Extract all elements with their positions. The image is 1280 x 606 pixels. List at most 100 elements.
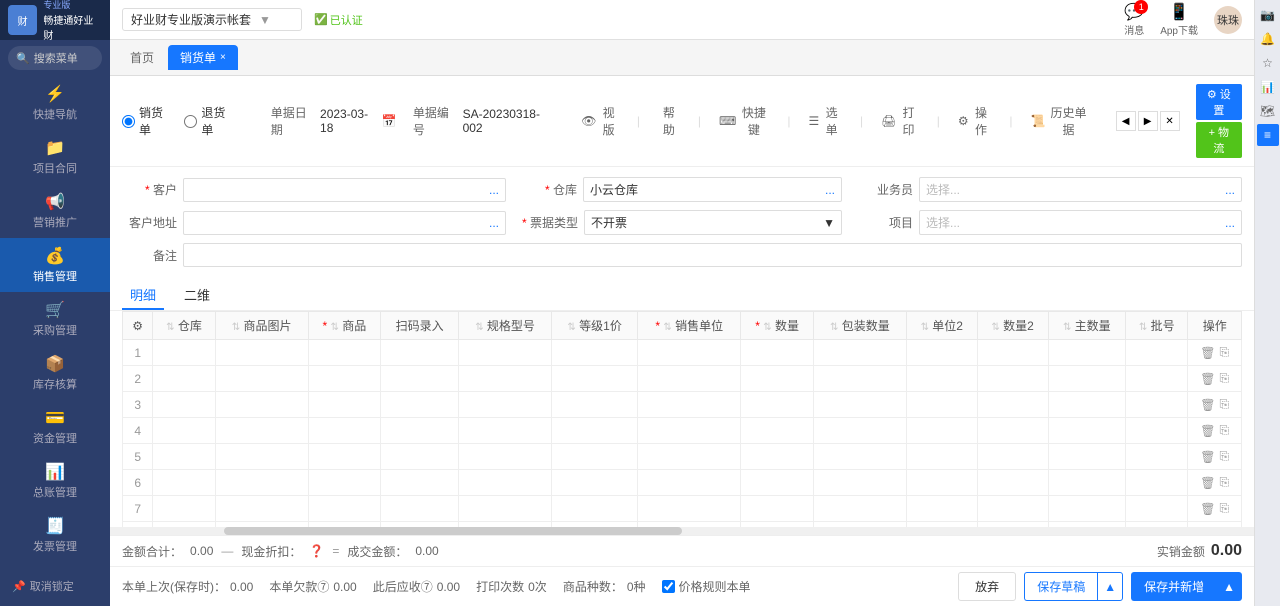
calendar-icon[interactable]: 📅 xyxy=(382,114,397,128)
help-icon[interactable]: ❓ xyxy=(309,544,324,558)
table-row[interactable]: 1 🗑 ⎘ xyxy=(123,340,1242,366)
sidebar-item-project[interactable]: 📁 项目合同 xyxy=(0,130,110,184)
row-delete-button[interactable]: 🗑 xyxy=(1200,371,1215,386)
row-delete-button[interactable]: 🗑 xyxy=(1200,475,1215,490)
sidebar-item-inventory[interactable]: 📦 库存核算 xyxy=(0,346,110,400)
close-form-button[interactable]: ✕ xyxy=(1160,111,1180,131)
project-dots[interactable]: ... xyxy=(1225,216,1235,230)
ellipsis-dots[interactable]: ... xyxy=(489,183,499,197)
row-delete-button[interactable]: 🗑 xyxy=(1200,345,1215,360)
cancel-fixed-button[interactable]: 📌 取消锁定 xyxy=(8,574,102,598)
remark-input[interactable] xyxy=(183,243,1242,267)
row-number: 6 xyxy=(123,470,153,496)
user-name: 珠珠 xyxy=(1217,12,1239,28)
deal-amount-label: 成交金额： xyxy=(347,543,407,560)
right-icon-star[interactable]: ☆ xyxy=(1257,52,1279,74)
horizontal-scrollbar[interactable] xyxy=(110,527,1254,535)
table-row[interactable]: 3 🗑 ⎘ xyxy=(123,392,1242,418)
sidebar-search[interactable]: 🔍 搜索菜单 xyxy=(0,40,110,76)
sales-order-tab[interactable]: 销货单 × xyxy=(168,45,238,70)
receivable-label: 此后应收⑦ xyxy=(373,578,433,595)
image-column-header: ⇅ 商品图片 xyxy=(215,312,308,340)
date-value[interactable]: 2023-03-18 xyxy=(320,107,378,135)
abandon-button[interactable]: 放弃 xyxy=(958,572,1016,601)
actual-amount-label: 实销金额 xyxy=(1157,543,1205,560)
detail-tab[interactable]: 明细 xyxy=(122,281,164,310)
message-button[interactable]: 💬 1 消息 xyxy=(1124,2,1144,37)
view-button[interactable]: 👁 视版 xyxy=(571,101,629,141)
sidebar-item-invoice[interactable]: 🧾 发票管理 xyxy=(0,508,110,562)
tab-close-button[interactable]: × xyxy=(220,52,226,63)
help-button[interactable]: 帮助 xyxy=(648,101,690,141)
setup-button[interactable]: ⚙ 设置 xyxy=(1196,84,1242,120)
row-copy-button[interactable]: ⎘ xyxy=(1220,475,1230,490)
warehouse-input[interactable]: 小云仓库 ... xyxy=(583,177,842,202)
history-button[interactable]: 📜 历史单据 xyxy=(1020,101,1099,141)
row-copy-button[interactable]: ⎘ xyxy=(1220,423,1230,438)
prev-button[interactable]: ◀ xyxy=(1116,111,1136,131)
settings-column-header[interactable]: ⚙ xyxy=(123,312,153,340)
address-dots[interactable]: ... xyxy=(489,216,499,230)
sidebar-item-finance[interactable]: 💳 资金管理 xyxy=(0,400,110,454)
customer-input[interactable]: ... xyxy=(183,178,506,202)
warehouse-dots[interactable]: ... xyxy=(825,183,835,197)
table-row[interactable]: 2 🗑 ⎘ xyxy=(123,366,1242,392)
row-delete-button[interactable]: 🗑 xyxy=(1200,449,1215,464)
table-row[interactable]: 6 🗑 ⎘ xyxy=(123,470,1242,496)
row-copy-button[interactable]: ⎘ xyxy=(1220,501,1230,516)
operate-button[interactable]: ⚙ 操作 xyxy=(948,101,1002,141)
save-new-dropdown-button[interactable]: ▲ xyxy=(1216,572,1242,601)
address-label: 客户地址 xyxy=(122,214,177,231)
sidebar-item-purchase[interactable]: 🛒 采购管理 xyxy=(0,292,110,346)
shortcut-button[interactable]: ⌨ 快捷键 xyxy=(709,101,779,141)
return-order-radio[interactable]: 退货单 xyxy=(184,104,234,138)
sales-order-radio[interactable]: 销货单 xyxy=(122,104,172,138)
add-row-button[interactable]: + 物流 xyxy=(1196,122,1242,158)
right-icon-active[interactable]: ≡ xyxy=(1257,124,1279,146)
staff-input[interactable]: 选择... ... xyxy=(919,177,1242,202)
search-icon: 🔍 xyxy=(16,52,30,65)
date-label: 单据日期 xyxy=(271,104,316,138)
project-input[interactable]: 选择... ... xyxy=(919,210,1242,235)
right-icon-bell[interactable]: 🔔 xyxy=(1257,28,1279,50)
company-selector[interactable]: 好业财专业版演示帐套 ▼ xyxy=(122,8,302,31)
row-delete-button[interactable]: 🗑 xyxy=(1200,501,1215,516)
app-download-button[interactable]: 📱 App下载 xyxy=(1160,2,1198,37)
unit2-column-header: ⇅ 单位2 xyxy=(906,312,977,340)
next-button[interactable]: ▶ xyxy=(1138,111,1158,131)
staff-dots[interactable]: ... xyxy=(1225,183,1235,197)
save-new-button[interactable]: 保存并新增 xyxy=(1131,572,1216,601)
sidebar-item-accounting[interactable]: 📊 总账管理 xyxy=(0,454,110,508)
sidebar-item-quick-nav[interactable]: ⚡ 快捷导航 xyxy=(0,76,110,130)
row-delete-button[interactable]: 🗑 xyxy=(1200,423,1215,438)
right-icon-chart[interactable]: 📊 xyxy=(1257,76,1279,98)
row-copy-button[interactable]: ⎘ xyxy=(1220,397,1230,412)
table-row[interactable]: 7 🗑 ⎘ xyxy=(123,496,1242,522)
row-copy-button[interactable]: ⎘ xyxy=(1220,371,1230,386)
table-row[interactable]: 5 🗑 ⎘ xyxy=(123,444,1242,470)
print-button[interactable]: 🖨 打印 xyxy=(871,101,929,141)
table-row[interactable]: 4 🗑 ⎘ xyxy=(123,418,1242,444)
address-field: 客户地址 ... xyxy=(122,211,506,235)
save-draft-dropdown-button[interactable]: ▲ xyxy=(1097,572,1123,601)
order-number-value[interactable]: SA-20230318-002 xyxy=(463,107,556,135)
sidebar-item-marketing[interactable]: 📢 营销推广 xyxy=(0,184,110,238)
search-menu-button[interactable]: 🔍 搜索菜单 xyxy=(8,46,102,70)
warehouse-column-header: ⇅ 仓库 xyxy=(153,312,215,340)
address-input[interactable]: ... xyxy=(183,211,506,235)
row-delete-button[interactable]: 🗑 xyxy=(1200,397,1215,412)
batch-column-header: ⇅ 批号 xyxy=(1126,312,1188,340)
two-d-tab[interactable]: 二维 xyxy=(176,281,218,310)
right-icon-map[interactable]: 🗺 xyxy=(1257,100,1279,122)
sidebar-item-sales[interactable]: 💰 销售管理 xyxy=(0,238,110,292)
row-copy-button[interactable]: ⎘ xyxy=(1220,345,1230,360)
home-tab[interactable]: 首页 xyxy=(118,45,166,70)
right-icon-camera[interactable]: 📷 xyxy=(1257,4,1279,26)
invoice-select[interactable]: 不开票 ▼ xyxy=(584,210,842,235)
select-button[interactable]: ☰ 选单 xyxy=(799,101,853,141)
price-check-checkbox[interactable]: 价格规则本单 xyxy=(662,578,751,595)
user-avatar[interactable]: 珠珠 xyxy=(1214,6,1242,34)
scrollbar-thumb[interactable] xyxy=(224,527,682,535)
save-draft-button[interactable]: 保存草稿 xyxy=(1024,572,1097,601)
row-copy-button[interactable]: ⎘ xyxy=(1220,449,1230,464)
